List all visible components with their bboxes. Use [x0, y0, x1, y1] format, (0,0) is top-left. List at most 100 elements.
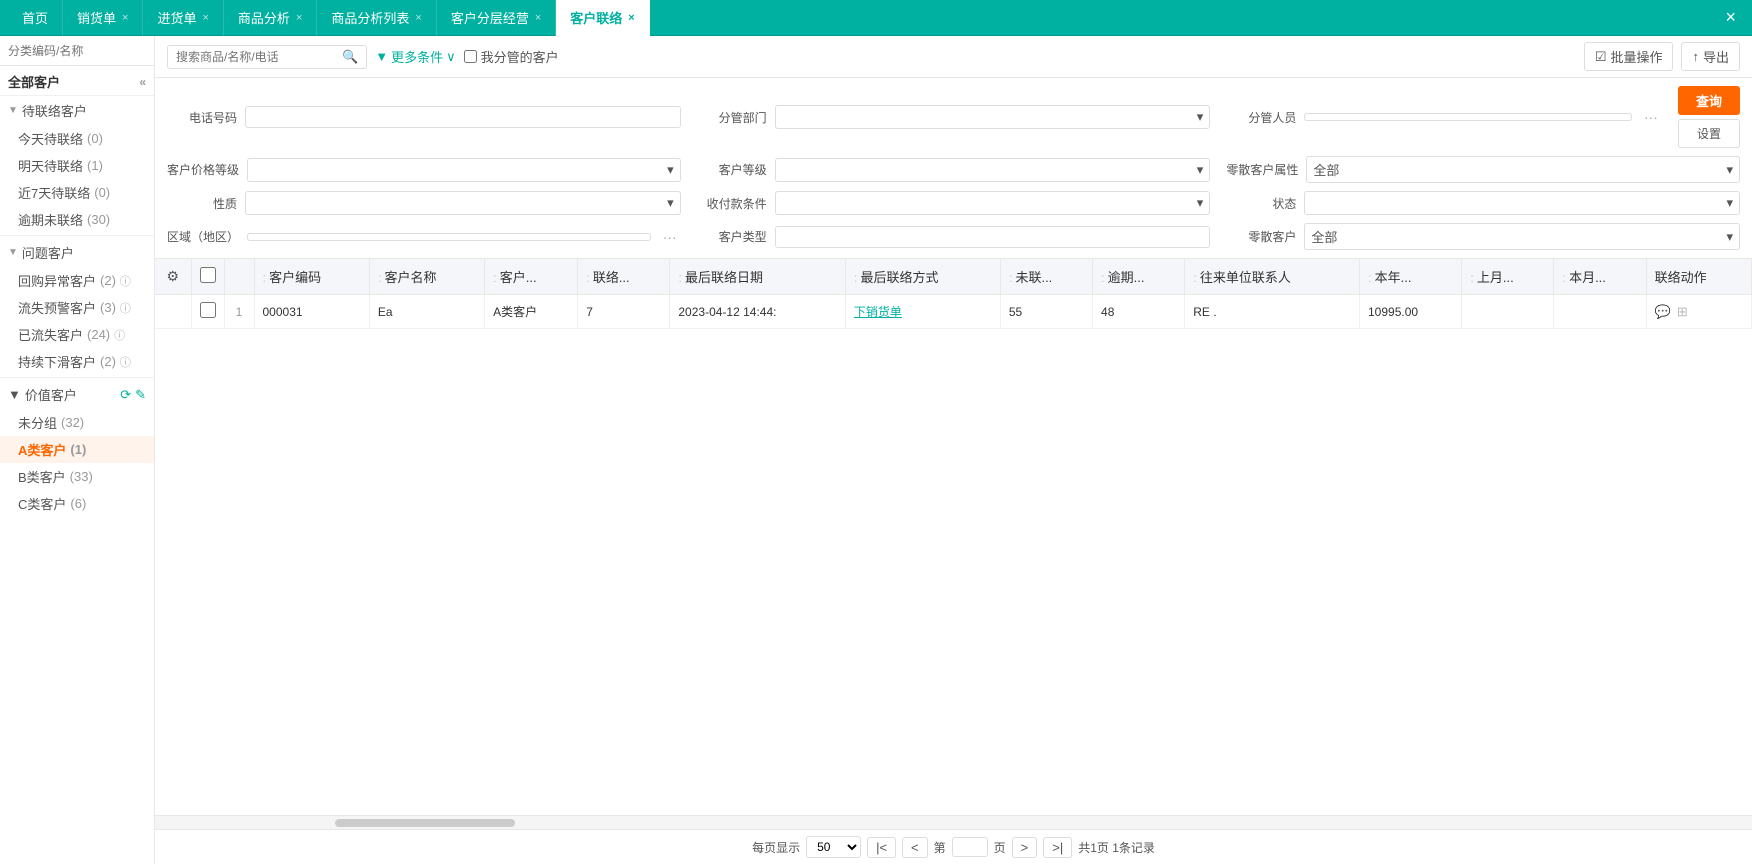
row-checkbox[interactable] [200, 302, 216, 318]
horizontal-scrollbar[interactable] [155, 815, 1752, 829]
value-arrow-icon: ▼ [8, 387, 21, 402]
col-overdue: :逾期... [1093, 259, 1185, 295]
settings-button[interactable]: 设置 [1678, 119, 1740, 148]
nav-goods-list[interactable]: 商品分析列表 × [317, 0, 436, 36]
row-code-cell: 000031 [254, 295, 369, 329]
sidebar-item-b-class[interactable]: B类客户 (33) [0, 463, 154, 490]
sidebar-item-c-class[interactable]: C类客户 (6) [0, 490, 154, 517]
search-input[interactable] [176, 50, 336, 64]
close-all-icon[interactable]: × [1717, 7, 1744, 28]
edit-icon[interactable]: ✎ [135, 387, 146, 403]
person-input[interactable] [1304, 113, 1632, 121]
status-chevron-icon: ▾ [1726, 195, 1733, 211]
sidebar-item-declining[interactable]: 持续下滑客户 (2) ⓘ [0, 348, 154, 375]
row-settings-cell [155, 295, 191, 329]
col-last-date: :最后联络日期 [670, 259, 845, 295]
row-last-method-cell[interactable]: 下销货单 [845, 295, 1000, 329]
region-input[interactable] [247, 233, 651, 241]
dept-select[interactable]: ▾ [775, 105, 1211, 129]
adv-row-region: 区域（地区） ··· [167, 223, 681, 250]
query-button[interactable]: 查询 [1678, 86, 1740, 115]
sidebar-item-7days[interactable]: 近7天待联络 (0) [0, 179, 154, 206]
adv-row-price-level: 客户价格等级 ▾ [167, 156, 681, 183]
page-input[interactable]: 1 [952, 837, 988, 857]
status-select[interactable]: ▾ [1304, 191, 1740, 215]
close-purchase-icon[interactable]: × [202, 12, 208, 24]
sidebar-item-warning[interactable]: 流失预警客户 (3) ⓘ [0, 294, 154, 321]
first-page-button[interactable]: |< [867, 837, 896, 858]
batch-op-button[interactable]: ☑ 批量操作 [1584, 42, 1674, 71]
next-page-button[interactable]: > [1012, 837, 1038, 858]
price-level-select[interactable]: ▾ [247, 158, 681, 182]
sidebar-item-a-class[interactable]: A类客户 (1) [0, 436, 154, 463]
refresh-icon[interactable]: ⟳ [120, 387, 131, 403]
region-label: 区域（地区） [167, 228, 239, 245]
row-last-date-cell: 2023-04-12 14:44: [670, 295, 845, 329]
nav-goods-analysis[interactable]: 商品分析 × [224, 0, 317, 36]
nature-select[interactable]: ▾ [245, 191, 681, 215]
table-settings-icon[interactable]: ⚙ [166, 268, 179, 284]
close-sales-icon[interactable]: × [122, 12, 128, 24]
customer-type-input[interactable] [775, 226, 1211, 248]
retail-select[interactable]: 全部 ▾ [1304, 223, 1740, 250]
page-of-label: 页 [994, 839, 1006, 856]
info-icon-abnormal: ⓘ [120, 273, 131, 289]
phone-input[interactable] [245, 106, 681, 128]
sidebar-item-lost[interactable]: 已流失客户 (24) ⓘ [0, 321, 154, 348]
select-all-checkbox[interactable] [200, 267, 216, 283]
customer-level-select[interactable]: ▾ [775, 158, 1211, 182]
retail-label: 零散客户 [1226, 228, 1296, 245]
batch-checkbox-icon: ☑ [1595, 49, 1607, 65]
filter-icon: ▼ [375, 49, 388, 64]
last-page-button[interactable]: >| [1043, 837, 1072, 858]
person-dots-icon[interactable]: ··· [1640, 109, 1662, 125]
all-customers-label: 全部客户 [8, 72, 60, 91]
sidebar-item-today[interactable]: 今天待联络 (0) [0, 125, 154, 152]
nav-customer-contact[interactable]: 客户联络 × [556, 0, 649, 36]
all-customers-header[interactable]: 全部客户 « [0, 66, 154, 96]
table-row: 1 000031 Ea A类客户 7 2023-04-12 14:44: 下销货… [155, 295, 1752, 329]
qr-icon[interactable]: ⊞ [1677, 304, 1688, 320]
retail-attr-select[interactable]: 全部 ▾ [1306, 156, 1740, 183]
sidebar-collapse-icon[interactable]: « [139, 75, 146, 89]
prev-page-button[interactable]: < [902, 837, 928, 858]
action-icons: 💬 ⊞ [1655, 304, 1743, 320]
payment-select[interactable]: ▾ [775, 191, 1211, 215]
problem-customer-group[interactable]: ▼ 问题客户 [0, 238, 154, 267]
dept-label: 分管部门 [697, 109, 767, 126]
nav-home[interactable]: 首页 [8, 0, 63, 36]
close-goods-analysis-icon[interactable]: × [296, 12, 302, 24]
sidebar-item-unclassified[interactable]: 未分组 (32) [0, 409, 154, 436]
close-customer-contact-icon[interactable]: × [628, 12, 634, 24]
export-button[interactable]: ↑ 导出 [1681, 42, 1740, 71]
row-num-cell: 1 [224, 295, 254, 329]
adv-filter-panel: 电话号码 分管部门 ▾ 分管人员 ··· 查询 设置 [155, 78, 1752, 259]
adv-row-person: 分管人员 ··· 查询 设置 [1226, 86, 1740, 148]
filter-search-icon[interactable]: 🔍 [342, 49, 358, 65]
region-dots-icon[interactable]: ··· [659, 229, 681, 245]
sidebar-search-input[interactable] [8, 44, 155, 58]
pagination-bar: 每页显示 50 100 200 |< < 第 1 页 > >| 共1页 1条记录 [155, 829, 1752, 864]
per-page-select[interactable]: 50 100 200 [806, 836, 861, 858]
customer-table: ⚙ :客户编码 :客户名称 :客户... :联络... :最后联络日期 :最后联… [155, 259, 1752, 329]
scrollbar-thumb[interactable] [335, 819, 515, 827]
my-customers-checkbox[interactable]: 我分管的客户 [464, 47, 559, 66]
nav-customer-tier[interactable]: 客户分层经营 × [437, 0, 556, 36]
nav-purchase[interactable]: 进货单 × [143, 0, 223, 36]
sidebar-item-overdue[interactable]: 逾期未联络 (30) [0, 206, 154, 233]
more-filters-btn[interactable]: ▼ 更多条件 ∨ [375, 47, 455, 66]
sidebar-item-tomorrow[interactable]: 明天待联络 (1) [0, 152, 154, 179]
sidebar-item-abnormal[interactable]: 回购异常客户 (2) ⓘ [0, 267, 154, 294]
table-header-row: ⚙ :客户编码 :客户名称 :客户... :联络... :最后联络日期 :最后联… [155, 259, 1752, 295]
adv-row-retail-attr: 零散客户属性 全部 ▾ [1226, 156, 1740, 183]
value-customer-group[interactable]: ▼ 价值客户 ⟳ ✎ [0, 380, 154, 409]
pending-contact-group[interactable]: ▼ 待联络客户 [0, 96, 154, 125]
message-icon[interactable]: 💬 [1655, 304, 1671, 320]
close-goods-list-icon[interactable]: × [415, 12, 421, 24]
row-name-cell[interactable]: Ea [369, 295, 484, 329]
my-customers-check[interactable] [464, 50, 477, 63]
close-customer-tier-icon[interactable]: × [535, 12, 541, 24]
col-last-month: :上月... [1462, 259, 1554, 295]
nav-sales[interactable]: 销货单 × [63, 0, 143, 36]
adv-row-customer-type: 客户类型 [697, 223, 1211, 250]
